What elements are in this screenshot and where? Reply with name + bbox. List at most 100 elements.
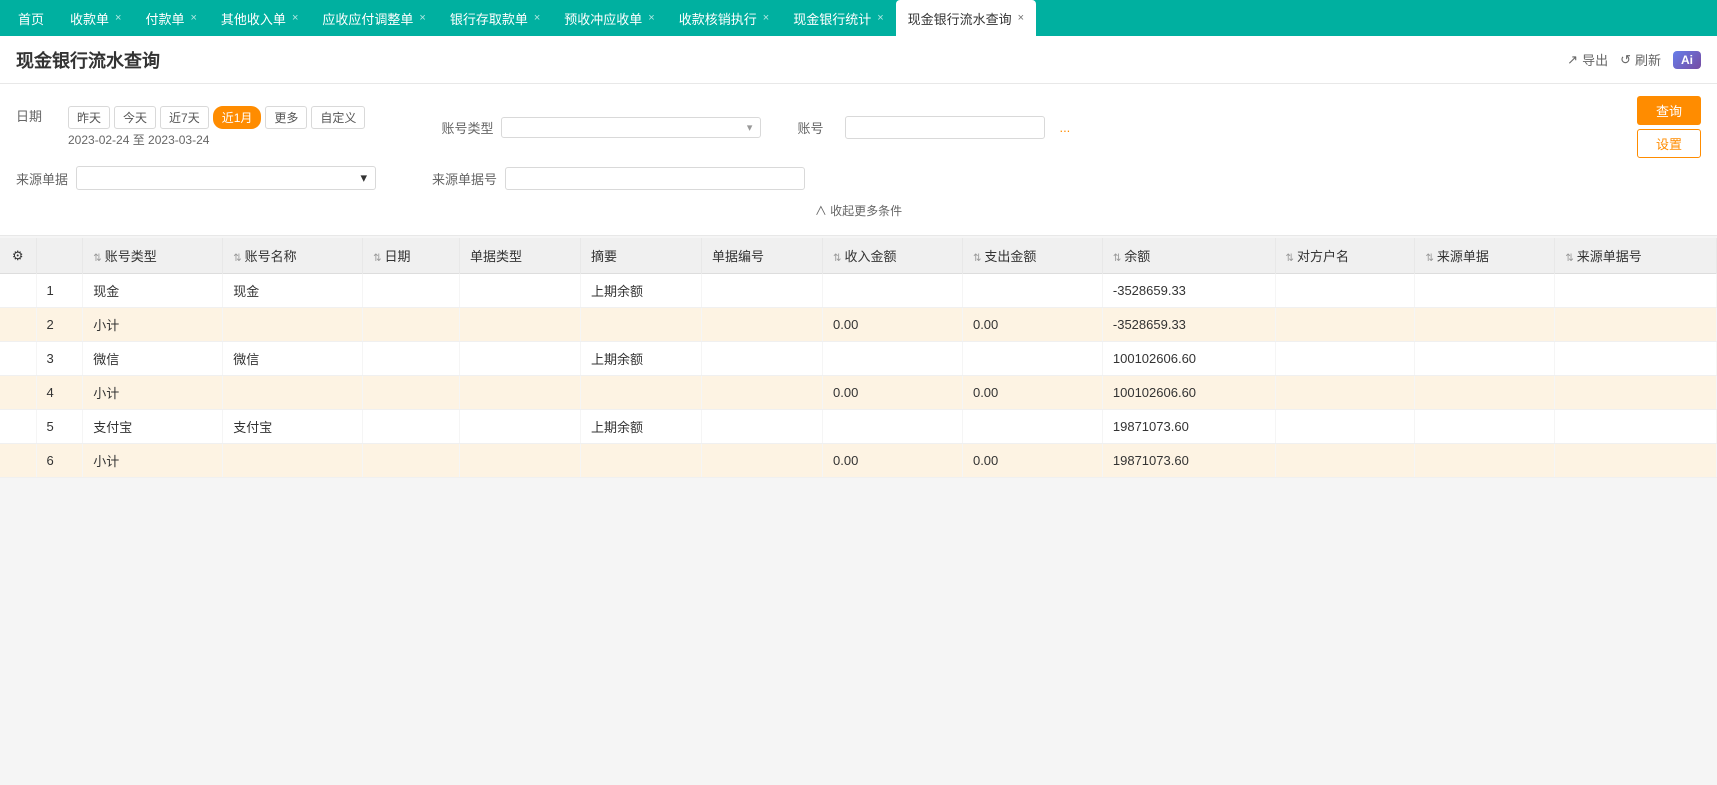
td-counterparty: [1275, 410, 1415, 444]
source-doc-select[interactable]: ▾: [76, 166, 376, 190]
td-income: [823, 410, 963, 444]
nav-tab-xianjinliushui[interactable]: 现金银行流水查询 ×: [896, 0, 1036, 36]
query-button[interactable]: 查询: [1637, 96, 1701, 125]
table-header-row: ⚙ ⇅账号类型 ⇅账号名称 ⇅日期 单据类型 摘要 单据编号 ⇅收入金额 ⇅支出…: [0, 238, 1717, 274]
td-index: 4: [36, 376, 83, 410]
header-actions: ↗ 导出 ↺ 刷新 Ai: [1567, 50, 1701, 69]
close-icon[interactable]: ×: [648, 12, 654, 24]
nav-tab-yingshouyingfu[interactable]: 应收应付调整单 ×: [310, 0, 437, 36]
refresh-button[interactable]: ↺ 刷新: [1620, 50, 1661, 69]
td-source-doc-no: [1555, 410, 1717, 444]
td-source-doc-no: [1555, 444, 1717, 478]
source-doc-label: 来源单据: [16, 169, 68, 188]
td-account-type: 小计: [83, 376, 223, 410]
nav-tab-yinhangcunqu[interactable]: 银行存取款单 ×: [438, 0, 552, 36]
td-account-type: 小计: [83, 308, 223, 342]
th-expense[interactable]: ⇅支出金额: [962, 238, 1102, 274]
td-source-doc-no: [1555, 274, 1717, 308]
td-date: [363, 410, 460, 444]
nav-tab-qitashouru[interactable]: 其他收入单 ×: [209, 0, 310, 36]
close-icon[interactable]: ×: [115, 12, 121, 24]
close-icon[interactable]: ×: [763, 12, 769, 24]
source-doc-group: 来源单据 ▾: [16, 166, 376, 190]
page-header: 现金银行流水查询 ↗ 导出 ↺ 刷新 Ai: [0, 36, 1717, 84]
top-nav: 首页 收款单 × 付款单 × 其他收入单 × 应收应付调整单 × 银行存取款单 …: [0, 0, 1717, 36]
export-icon: ↗: [1567, 52, 1578, 68]
td-date: [363, 308, 460, 342]
td-gear: [0, 444, 36, 478]
date-btn-custom[interactable]: 自定义: [311, 106, 365, 129]
close-icon[interactable]: ×: [292, 12, 298, 24]
th-date[interactable]: ⇅日期: [363, 238, 460, 274]
th-income[interactable]: ⇅收入金额: [823, 238, 963, 274]
date-btn-7days[interactable]: 近7天: [160, 106, 209, 129]
nav-tab-fukuandan[interactable]: 付款单 ×: [133, 0, 208, 36]
td-source-doc-no: [1555, 342, 1717, 376]
source-doc-num-input[interactable]: [514, 171, 796, 186]
td-voucher-type: [459, 410, 580, 444]
td-expense: 0.00: [962, 444, 1102, 478]
td-date: [363, 376, 460, 410]
date-btn-more[interactable]: 更多: [265, 106, 307, 129]
td-expense: [962, 342, 1102, 376]
nav-home[interactable]: 首页: [4, 0, 58, 36]
export-button[interactable]: ↗ 导出: [1567, 50, 1608, 69]
td-source-doc: [1415, 376, 1555, 410]
account-label: 账号: [797, 118, 837, 137]
settings-button[interactable]: 设置: [1637, 129, 1701, 158]
th-counterparty[interactable]: ⇅对方户名: [1275, 238, 1415, 274]
td-gear: [0, 308, 36, 342]
source-doc-num-input-wrap: [505, 167, 805, 190]
date-range-display: 2023-02-24 至 2023-03-24: [68, 131, 365, 148]
date-btn-1month[interactable]: 近1月: [213, 106, 262, 129]
date-filter-group: 日期 昨天 今天 近7天 近1月 更多 自定义 2023-02-24 至 202…: [16, 106, 365, 148]
date-buttons: 昨天 今天 近7天 近1月 更多 自定义: [68, 106, 365, 129]
td-voucher-no: [702, 410, 823, 444]
ai-button[interactable]: Ai: [1673, 51, 1701, 69]
td-counterparty: [1275, 444, 1415, 478]
th-account-type[interactable]: ⇅账号类型: [83, 238, 223, 274]
date-btn-today[interactable]: 今天: [114, 106, 156, 129]
nav-tab-yushou[interactable]: 预收冲应收单 ×: [552, 0, 666, 36]
td-balance: -3528659.33: [1102, 274, 1275, 308]
th-balance[interactable]: ⇅余额: [1102, 238, 1275, 274]
close-icon[interactable]: ×: [419, 12, 425, 24]
nav-tab-xianjintongji[interactable]: 现金银行统计 ×: [781, 0, 895, 36]
td-counterparty: [1275, 342, 1415, 376]
td-voucher-no: [702, 274, 823, 308]
td-index: 5: [36, 410, 83, 444]
td-counterparty: [1275, 376, 1415, 410]
td-summary: [580, 444, 701, 478]
td-source-doc-no: [1555, 308, 1717, 342]
th-summary: 摘要: [580, 238, 701, 274]
td-date: [363, 444, 460, 478]
td-gear: [0, 342, 36, 376]
td-voucher-no: [702, 444, 823, 478]
th-source-doc[interactable]: ⇅来源单据: [1415, 238, 1555, 274]
close-icon[interactable]: ×: [877, 12, 883, 24]
th-gear[interactable]: ⚙: [0, 238, 36, 274]
nav-tab-shoukuandan[interactable]: 收款单 ×: [58, 0, 133, 36]
table-row: 5支付宝支付宝上期余额19871073.60: [0, 410, 1717, 444]
date-btn-yesterday[interactable]: 昨天: [68, 106, 110, 129]
td-voucher-type: [459, 274, 580, 308]
account-type-select[interactable]: ▾: [501, 117, 761, 138]
collapse-button[interactable]: ∧ 收起更多条件: [16, 198, 1701, 223]
close-icon[interactable]: ×: [534, 12, 540, 24]
close-icon[interactable]: ×: [190, 12, 196, 24]
td-account-type: 小计: [83, 444, 223, 478]
th-account-name[interactable]: ⇅账号名称: [223, 238, 363, 274]
table-row: 3微信微信上期余额100102606.60: [0, 342, 1717, 376]
td-index: 1: [36, 274, 83, 308]
td-source-doc-no: [1555, 376, 1717, 410]
th-source-doc-no[interactable]: ⇅来源单据号: [1555, 238, 1717, 274]
td-index: 3: [36, 342, 83, 376]
td-date: [363, 274, 460, 308]
account-input[interactable]: [854, 120, 1036, 135]
nav-tab-shoukuanhe[interactable]: 收款核销执行 ×: [667, 0, 781, 36]
close-icon[interactable]: ×: [1018, 12, 1024, 24]
account-dots-button[interactable]: ...: [1053, 118, 1076, 137]
date-label: 日期: [16, 106, 56, 125]
date-controls: 昨天 今天 近7天 近1月 更多 自定义 2023-02-24 至 2023-0…: [68, 106, 365, 148]
filter-row-1: 日期 昨天 今天 近7天 近1月 更多 自定义 2023-02-24 至 202…: [16, 96, 1701, 158]
